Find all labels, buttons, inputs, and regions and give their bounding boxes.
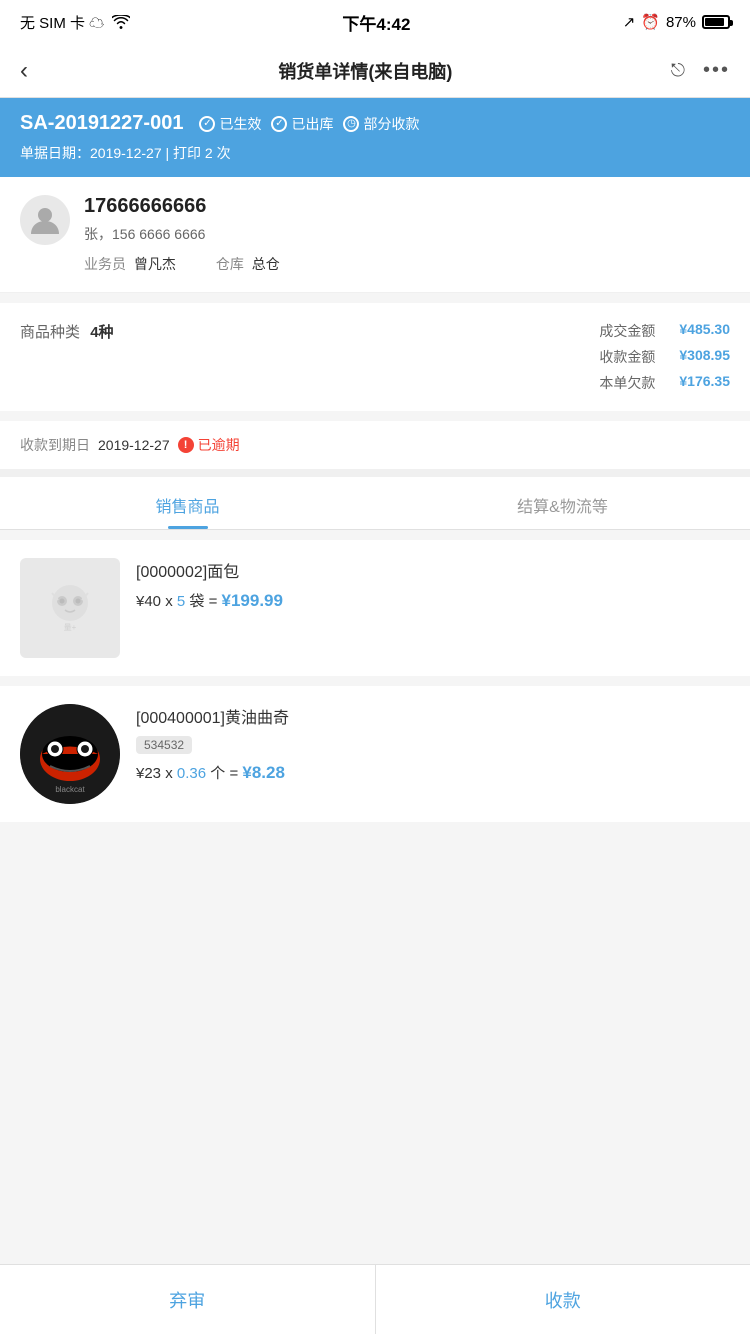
deal-amount-row: 成交金额 ¥485.30 (599, 321, 730, 341)
svg-text:blackcat: blackcat (55, 785, 85, 794)
category-summary: 商品种类 4种 (20, 321, 114, 393)
check-icon-2: ✓ (271, 116, 287, 132)
due-label: 收款到期日 (20, 435, 90, 455)
amount-summary: 成交金额 ¥485.30 收款金额 ¥308.95 本单欠款 ¥176.35 (599, 321, 730, 393)
product-card: 量+ [0000002]面包 ¥40 x 5 袋 = ¥199.99 (0, 540, 750, 676)
products-section: 量+ [0000002]面包 ¥40 x 5 袋 = ¥199.99 (0, 540, 750, 822)
sim-status: 无 SIM 卡 ☁ (20, 12, 104, 33)
tab-settlement[interactable]: 结算&物流等 (375, 477, 750, 529)
overdue-label: 已逾期 (198, 435, 240, 455)
share-icon[interactable]: ⎋ (671, 60, 685, 81)
order-date-line: 单据日期：2019-12-27 | 打印 2 次 (20, 143, 730, 163)
product-tag-2: 534532 (136, 736, 192, 754)
customer-section: 17666666666 张，156 6666 6666 业务员 曾凡杰 仓库 总… (0, 177, 750, 293)
more-icon[interactable]: ••• (703, 59, 730, 82)
due-section: 收款到期日 2019-12-27 ! 已逾期 (0, 421, 750, 477)
status-bar-left: 无 SIM 卡 ☁ (20, 12, 130, 33)
alarm-icon: ⏰ (641, 13, 660, 31)
page-title: 销货单详情(来自电脑) (278, 58, 452, 84)
product-price-1: ¥40 x 5 袋 = ¥199.99 (136, 590, 730, 611)
status-bar: 无 SIM 卡 ☁ 下午4:42 ↗ ⏰ 87% (0, 0, 750, 44)
customer-info: 17666666666 张，156 6666 6666 业务员 曾凡杰 仓库 总… (84, 195, 730, 274)
battery-percent: 87% (666, 14, 696, 31)
product-name-1: [0000002]面包 (136, 558, 730, 582)
location-icon: ↗ (623, 13, 636, 31)
status-effected: ✓ 已生效 (199, 114, 261, 134)
product-price-2: ¥23 x 0.36 个 = ¥8.28 (136, 762, 730, 783)
customer-phone: 17666666666 (84, 195, 730, 218)
product-details-1: [0000002]面包 ¥40 x 5 袋 = ¥199.99 (136, 558, 730, 611)
tab-products[interactable]: 销售商品 (0, 477, 375, 529)
sales-person: 业务员 曾凡杰 (84, 254, 176, 274)
customer-avatar (20, 195, 70, 245)
due-date: 2019-12-27 (98, 437, 170, 453)
customer-contact: 张，156 6666 6666 (84, 224, 730, 244)
nav-actions: ⎋ ••• (671, 59, 730, 82)
clock-icon: ◷ (343, 116, 359, 132)
confirm-button[interactable]: 收款 (376, 1265, 750, 1334)
status-shipped: ✓ 已出库 (271, 114, 333, 134)
customer-meta: 业务员 曾凡杰 仓库 总仓 (84, 254, 730, 274)
overdue-badge: ! 已逾期 (178, 435, 240, 455)
product-name-2: [000400001]黄油曲奇 (136, 704, 730, 728)
battery-icon (702, 15, 730, 29)
nav-bar: ‹ 销货单详情(来自电脑) ⎋ ••• (0, 44, 750, 98)
summary-section: 商品种类 4种 成交金额 ¥485.30 收款金额 ¥308.95 本单欠款 ¥… (0, 303, 750, 411)
status-bar-time: 下午4:42 (342, 10, 410, 35)
status-partial: ◷ 部分收款 (343, 114, 419, 134)
header-band: SA-20191227-001 ✓ 已生效 ✓ 已出库 ◷ 部分收款 单据日期：… (0, 98, 750, 177)
overdue-icon: ! (178, 437, 194, 453)
cancel-button[interactable]: 弃审 (0, 1265, 376, 1334)
status-tags: ✓ 已生效 ✓ 已出库 ◷ 部分收款 (199, 114, 419, 134)
wifi-icon (112, 15, 130, 29)
product-image-2: blackcat (20, 704, 120, 804)
svg-text:量+: 量+ (64, 623, 77, 632)
warehouse: 仓库 总仓 (216, 254, 280, 274)
debt-row: 本单欠款 ¥176.35 (599, 373, 730, 393)
product-image-1: 量+ (20, 558, 120, 658)
status-bar-right: ↗ ⏰ 87% (623, 13, 730, 31)
order-id: SA-20191227-001 (20, 112, 183, 135)
collected-row: 收款金额 ¥308.95 (599, 347, 730, 367)
check-icon-1: ✓ (199, 116, 215, 132)
back-button[interactable]: ‹ (20, 57, 60, 85)
product-details-2: [000400001]黄油曲奇 534532 ¥23 x 0.36 个 = ¥8… (136, 704, 730, 783)
tabs-container: 销售商品 结算&物流等 (0, 477, 750, 530)
product-card: blackcat [000400001]黄油曲奇 534532 ¥23 x 0.… (0, 686, 750, 822)
bottom-bar: 弃审 收款 (0, 1264, 750, 1334)
